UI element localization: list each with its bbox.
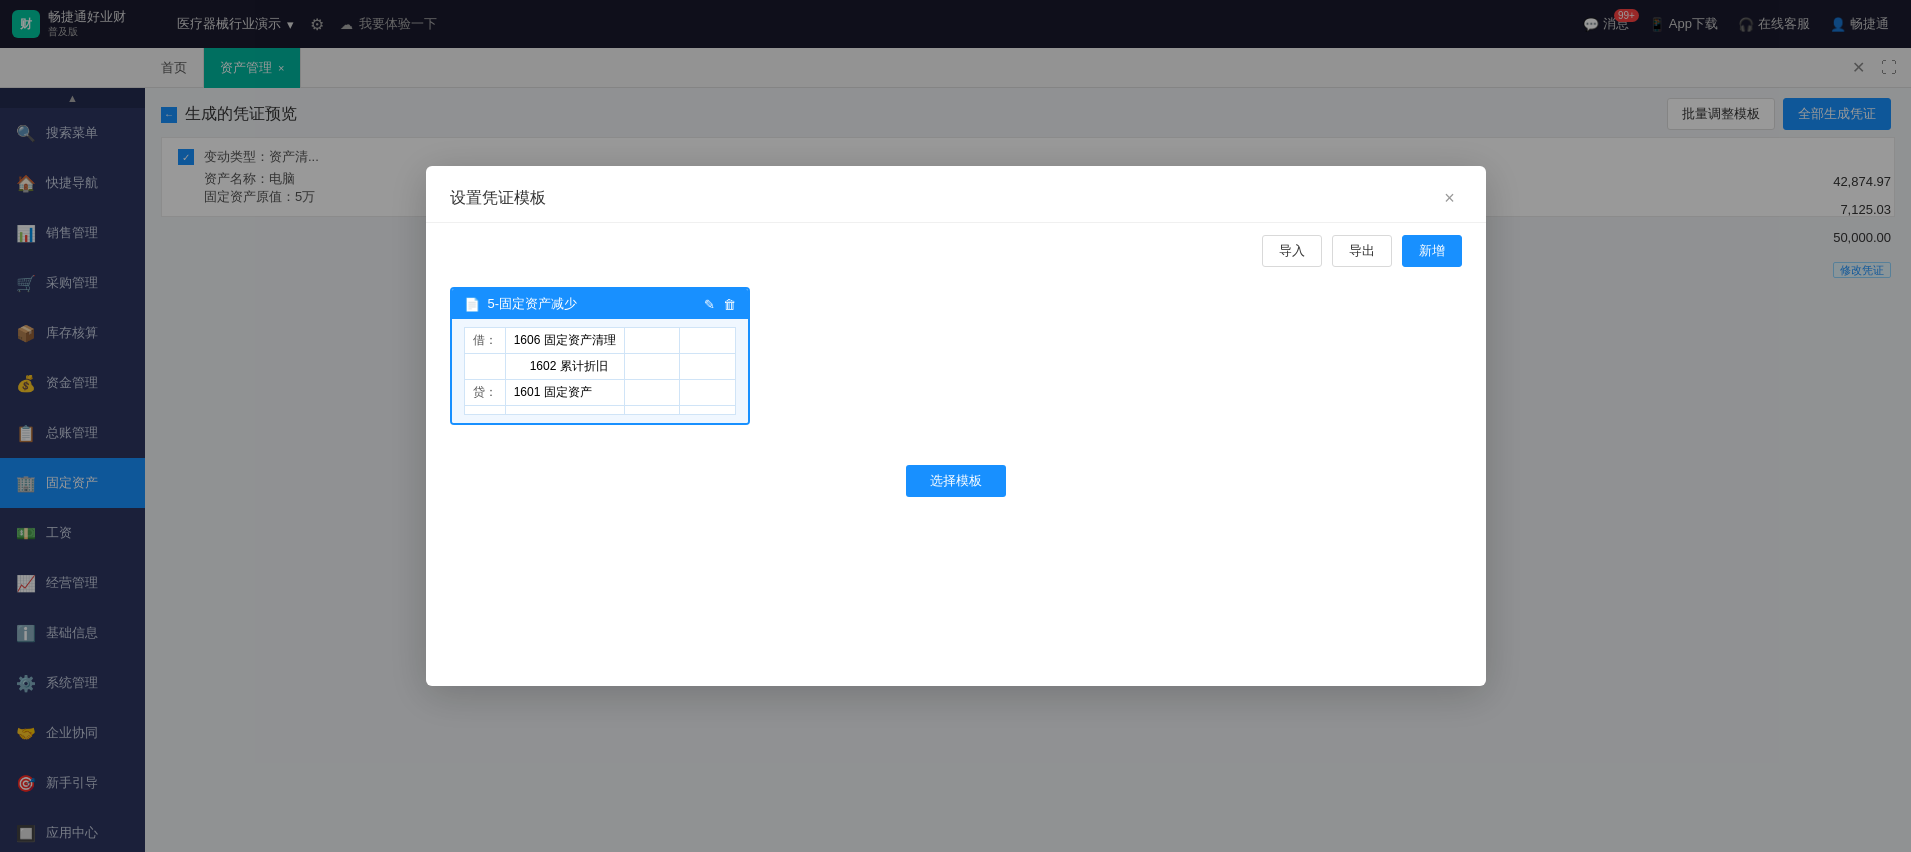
entry-debit-1 (625, 328, 680, 354)
template-doc-icon: 📄 (464, 297, 480, 312)
edit-template-icon[interactable]: ✎ (704, 297, 715, 312)
entry-account-3: 1601 固定资产 (505, 380, 624, 406)
entry-account-1: 1606 固定资产清理 (505, 328, 624, 354)
export-btn[interactable]: 导出 (1332, 235, 1392, 267)
entry-credit-4 (680, 406, 735, 415)
entry-side-4 (464, 406, 505, 415)
modal-title: 设置凭证模板 (450, 188, 546, 209)
entry-row-4 (464, 406, 735, 415)
template-card-actions: ✎ 🗑 (704, 297, 736, 312)
entry-debit-3 (625, 380, 680, 406)
modal-set-template: 设置凭证模板 × 导入 导出 新增 📄 (426, 166, 1486, 686)
content-area: ← 生成的凭证预览 批量调整模板 全部生成凭证 ✓ 变动类型：资产清... 资产… (145, 88, 1911, 852)
entry-credit-3 (680, 380, 735, 406)
entry-account-4 (505, 406, 624, 415)
entry-debit-4 (625, 406, 680, 415)
new-btn[interactable]: 新增 (1402, 235, 1462, 267)
modal-header: 设置凭证模板 × (426, 166, 1486, 223)
template-card: 📄 5-固定资产减少 ✎ 🗑 (450, 287, 750, 425)
entry-row-2: 1602 累计折旧 (464, 354, 735, 380)
entry-row-3: 贷： 1601 固定资产 (464, 380, 735, 406)
entry-credit-2 (680, 354, 735, 380)
entry-side-2 (464, 354, 505, 380)
entry-debit-2 (625, 354, 680, 380)
template-card-header: 📄 5-固定资产减少 ✎ 🗑 (452, 289, 748, 319)
main-area: ▲ 🔍 搜索菜单 🏠 快捷导航 📊 销售管理 🛒 采购管理 📦 库存核算 💰 资… (0, 88, 1911, 852)
choose-template-btn[interactable]: 选择模板 (906, 465, 1006, 497)
template-card-body: 借： 1606 固定资产清理 1602 累计折旧 (452, 319, 748, 423)
choose-template-container: 选择模板 (450, 449, 1462, 497)
modal-overlay: 设置凭证模板 × 导入 导出 新增 📄 (145, 88, 1911, 852)
modal-body: 📄 5-固定资产减少 ✎ 🗑 (426, 267, 1486, 686)
entry-row-1: 借： 1606 固定资产清理 (464, 328, 735, 354)
entry-side-3: 贷： (464, 380, 505, 406)
entry-credit-1 (680, 328, 735, 354)
entry-account-2: 1602 累计折旧 (505, 354, 624, 380)
modal-close-btn[interactable]: × (1438, 186, 1462, 210)
delete-template-icon[interactable]: 🗑 (723, 297, 736, 312)
template-name: 5-固定资产减少 (488, 295, 578, 313)
entry-side-1: 借： (464, 328, 505, 354)
import-btn[interactable]: 导入 (1262, 235, 1322, 267)
entry-table: 借： 1606 固定资产清理 1602 累计折旧 (464, 327, 736, 415)
template-card-header-left: 📄 5-固定资产减少 (464, 295, 578, 313)
modal-toolbar: 导入 导出 新增 (426, 223, 1486, 267)
